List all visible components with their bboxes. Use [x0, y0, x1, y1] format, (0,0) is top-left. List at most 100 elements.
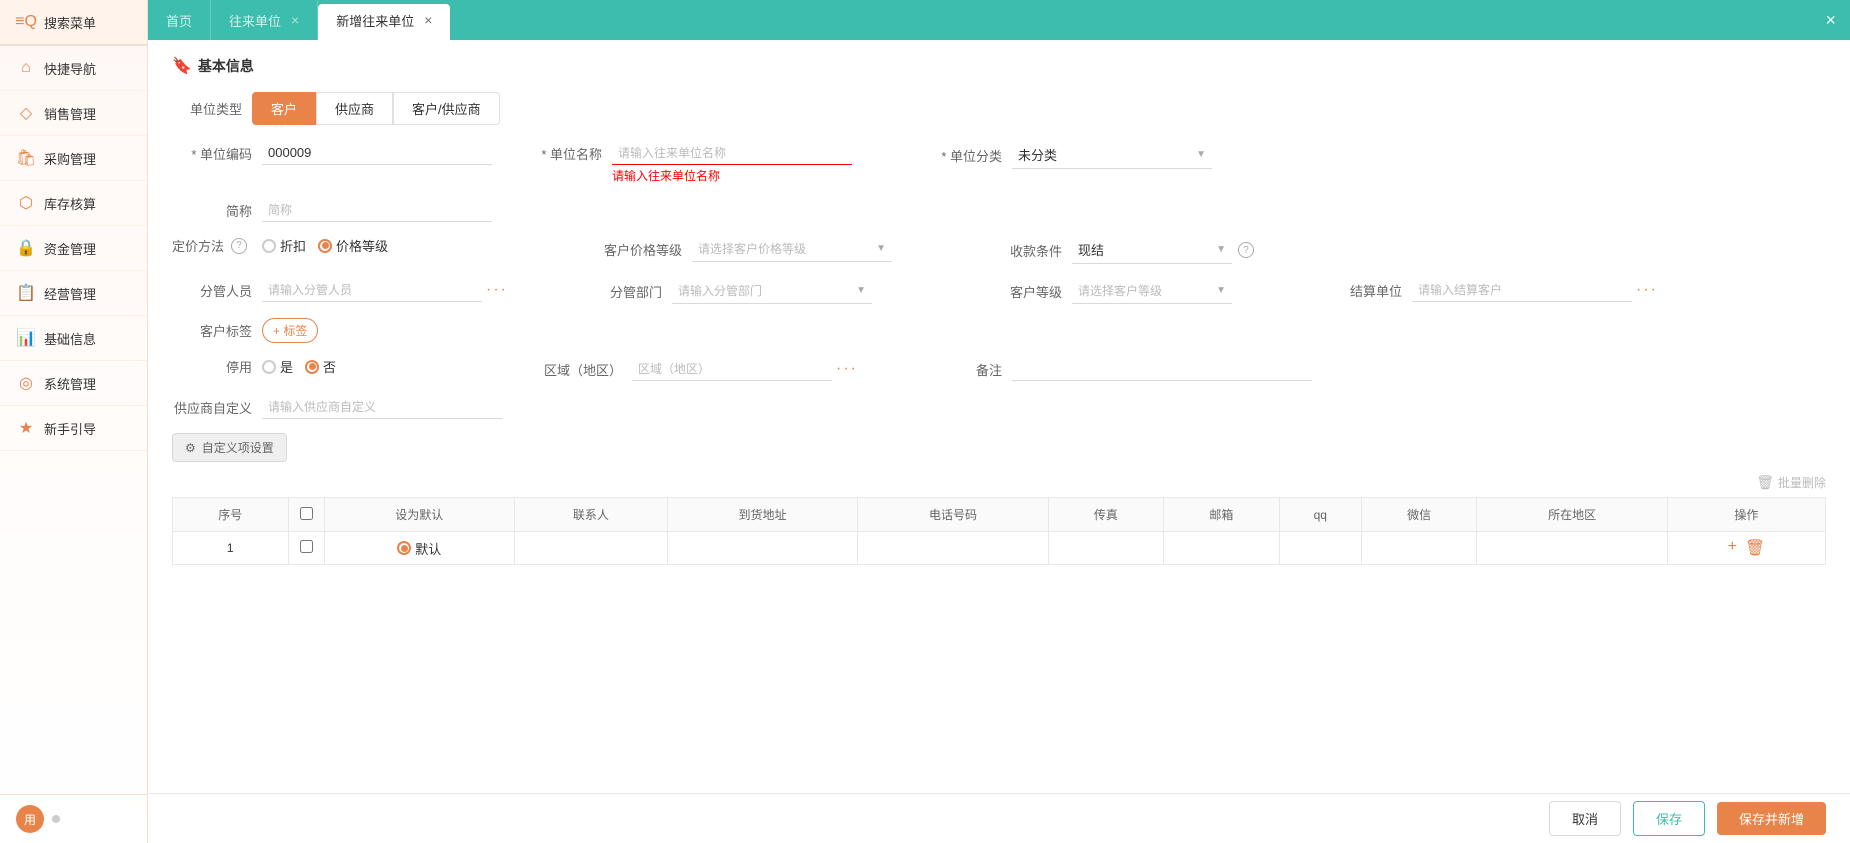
col-wechat: 微信 [1361, 498, 1477, 532]
radio-no-outer [305, 360, 319, 374]
sales-icon: ◇ [16, 103, 36, 123]
default-radio-outer [397, 541, 411, 555]
short-name-input[interactable] [262, 198, 492, 222]
sidebar-item-basic[interactable]: 📊 基础信息 [0, 316, 147, 361]
sidebar-item-sales[interactable]: ◇ 销售管理 [0, 91, 147, 136]
default-radio[interactable]: 默认 [331, 539, 508, 558]
row-add-icon[interactable]: + [1728, 538, 1737, 558]
chevron-down-icon3: ▼ [1216, 244, 1226, 255]
chevron-down-icon5: ▼ [1216, 285, 1226, 296]
batch-delete-row: 🗑 批量删除 [172, 474, 1826, 491]
unit-category-label: * 单位分类 [932, 146, 1012, 165]
chevron-down-icon4: ▼ [856, 285, 866, 296]
cell-wechat [1361, 532, 1477, 565]
sidebar-item-guide[interactable]: ★ 新手引导 [0, 406, 147, 451]
pricing-price-level[interactable]: 价格等级 [318, 236, 388, 255]
region-input[interactable] [632, 357, 832, 381]
batch-delete-label[interactable]: 批量删除 [1778, 474, 1826, 491]
payment-terms-select[interactable]: 现结 ▼ [1072, 236, 1232, 264]
cell-fax [1048, 532, 1164, 565]
sidebar-item-inventory[interactable]: ⬡ 库存核算 [0, 181, 147, 226]
field-unit-code: * 单位编码 [172, 141, 492, 165]
field-short-name: 简称 [172, 198, 492, 222]
dept-select[interactable]: 请输入分管部门 ▼ [672, 278, 872, 304]
field-customer-price: 客户价格等级 请选择客户价格等级 ▼ [592, 236, 952, 262]
unit-code-input[interactable] [262, 141, 492, 165]
disabled-no[interactable]: 否 [305, 357, 336, 376]
sidebar-item-system[interactable]: ◎ 系统管理 [0, 361, 147, 406]
add-tag-button[interactable]: + 标签 [262, 318, 318, 343]
operations-icon: 📋 [16, 283, 36, 303]
custom-settings-button[interactable]: ⚙ 自定义项设置 [172, 433, 287, 462]
sidebar-item-quicknav[interactable]: ⌂ 快捷导航 [0, 46, 147, 91]
cell-checkbox [288, 532, 324, 565]
manager-label: 分管人员 [172, 281, 262, 300]
col-seq: 序号 [173, 498, 289, 532]
pricing-help-icon[interactable]: ? [231, 238, 247, 254]
user-avatar[interactable]: 用 [16, 805, 44, 833]
sidebar-item-search[interactable]: ≡Q 搜索菜单 [0, 0, 147, 46]
unit-name-label: * 单位名称 [532, 144, 612, 163]
customer-price-select[interactable]: 请选择客户价格等级 ▼ [692, 236, 892, 262]
sidebar-item-operations[interactable]: 📋 经营管理 [0, 271, 147, 316]
select-all-checkbox[interactable] [300, 507, 313, 520]
save-button[interactable]: 保存 [1633, 801, 1705, 836]
inventory-icon: ⬡ [16, 193, 36, 213]
unit-type-supplier[interactable]: 供应商 [316, 92, 393, 125]
col-checkbox [288, 498, 324, 532]
field-supplier-custom: 供应商自定义 [172, 395, 572, 419]
row-pricing: 定价方法 ? 折扣 价格等级 [172, 236, 1826, 264]
close-all-tabs[interactable]: × [1811, 0, 1850, 40]
sidebar-item-finance[interactable]: 🔒 资金管理 [0, 226, 147, 271]
pricing-discount[interactable]: 折扣 [262, 236, 306, 255]
tab-home[interactable]: 首页 [148, 0, 211, 40]
save-new-button[interactable]: 保存并新增 [1717, 802, 1826, 835]
cell-qq [1279, 532, 1361, 565]
close-new-contact-tab[interactable]: × [424, 12, 432, 28]
region-dots[interactable]: ··· [832, 360, 862, 378]
chevron-down-icon: ▼ [1196, 149, 1206, 160]
unit-type-customer[interactable]: 客户 [252, 92, 316, 125]
tab-contacts[interactable]: 往来单位 × [211, 0, 318, 40]
search-menu-icon: ≡Q [16, 12, 36, 32]
cell-actions: + 🗑 [1667, 532, 1825, 565]
payment-terms-label: 收款条件 [992, 241, 1072, 260]
unit-name-input[interactable] [612, 141, 852, 165]
customer-tag-label: 客户标签 [172, 321, 262, 340]
radio-price-level-inner [322, 242, 329, 249]
footer-bar: 取消 保存 保存并新增 [148, 793, 1850, 843]
settlement-input[interactable] [1412, 278, 1632, 302]
supplier-custom-input[interactable] [262, 395, 502, 419]
payment-help-icon[interactable]: ? [1238, 242, 1254, 258]
field-customer-tag: 客户标签 + 标签 [172, 318, 1826, 343]
pricing-label: 定价方法 ? [172, 236, 262, 255]
unit-category-select[interactable]: 未分类 ▼ [1012, 141, 1212, 169]
main-content: 首页 往来单位 × 新增往来单位 × × 🔖 基本信息 单位类型 客户 供应商 … [148, 0, 1850, 843]
tab-new-contact[interactable]: 新增往来单位 × [318, 4, 450, 40]
default-radio-inner [401, 545, 408, 552]
sidebar-item-purchase[interactable]: 🛍 采购管理 [0, 136, 147, 181]
manager-input[interactable] [262, 278, 482, 302]
batch-delete-icon: 🗑 [1756, 474, 1774, 491]
field-pricing: 定价方法 ? 折扣 价格等级 [172, 236, 552, 255]
table-row: 1 默认 [173, 532, 1826, 565]
disabled-yes[interactable]: 是 [262, 357, 293, 376]
row-delete-icon[interactable]: 🗑 [1745, 538, 1765, 558]
manager-dots[interactable]: ··· [482, 281, 512, 299]
row-checkbox[interactable] [300, 540, 313, 553]
status-dot [52, 815, 60, 823]
unit-type-both[interactable]: 客户/供应商 [393, 92, 500, 125]
col-location: 所在地区 [1477, 498, 1667, 532]
close-contacts-tab[interactable]: × [291, 12, 299, 28]
cell-phone [858, 532, 1048, 565]
disabled-label: 停用 [172, 357, 262, 376]
remark-input[interactable] [1012, 357, 1312, 381]
section-header: 🔖 基本信息 [172, 56, 1826, 76]
field-customer-level: 客户等级 请选择客户等级 ▼ [992, 278, 1292, 304]
cell-location [1477, 532, 1667, 565]
customer-level-select[interactable]: 请选择客户等级 ▼ [1072, 278, 1232, 304]
radio-no-inner [309, 363, 316, 370]
cancel-button[interactable]: 取消 [1549, 801, 1621, 836]
settlement-dots[interactable]: ··· [1632, 281, 1662, 299]
col-phone: 电话号码 [858, 498, 1048, 532]
